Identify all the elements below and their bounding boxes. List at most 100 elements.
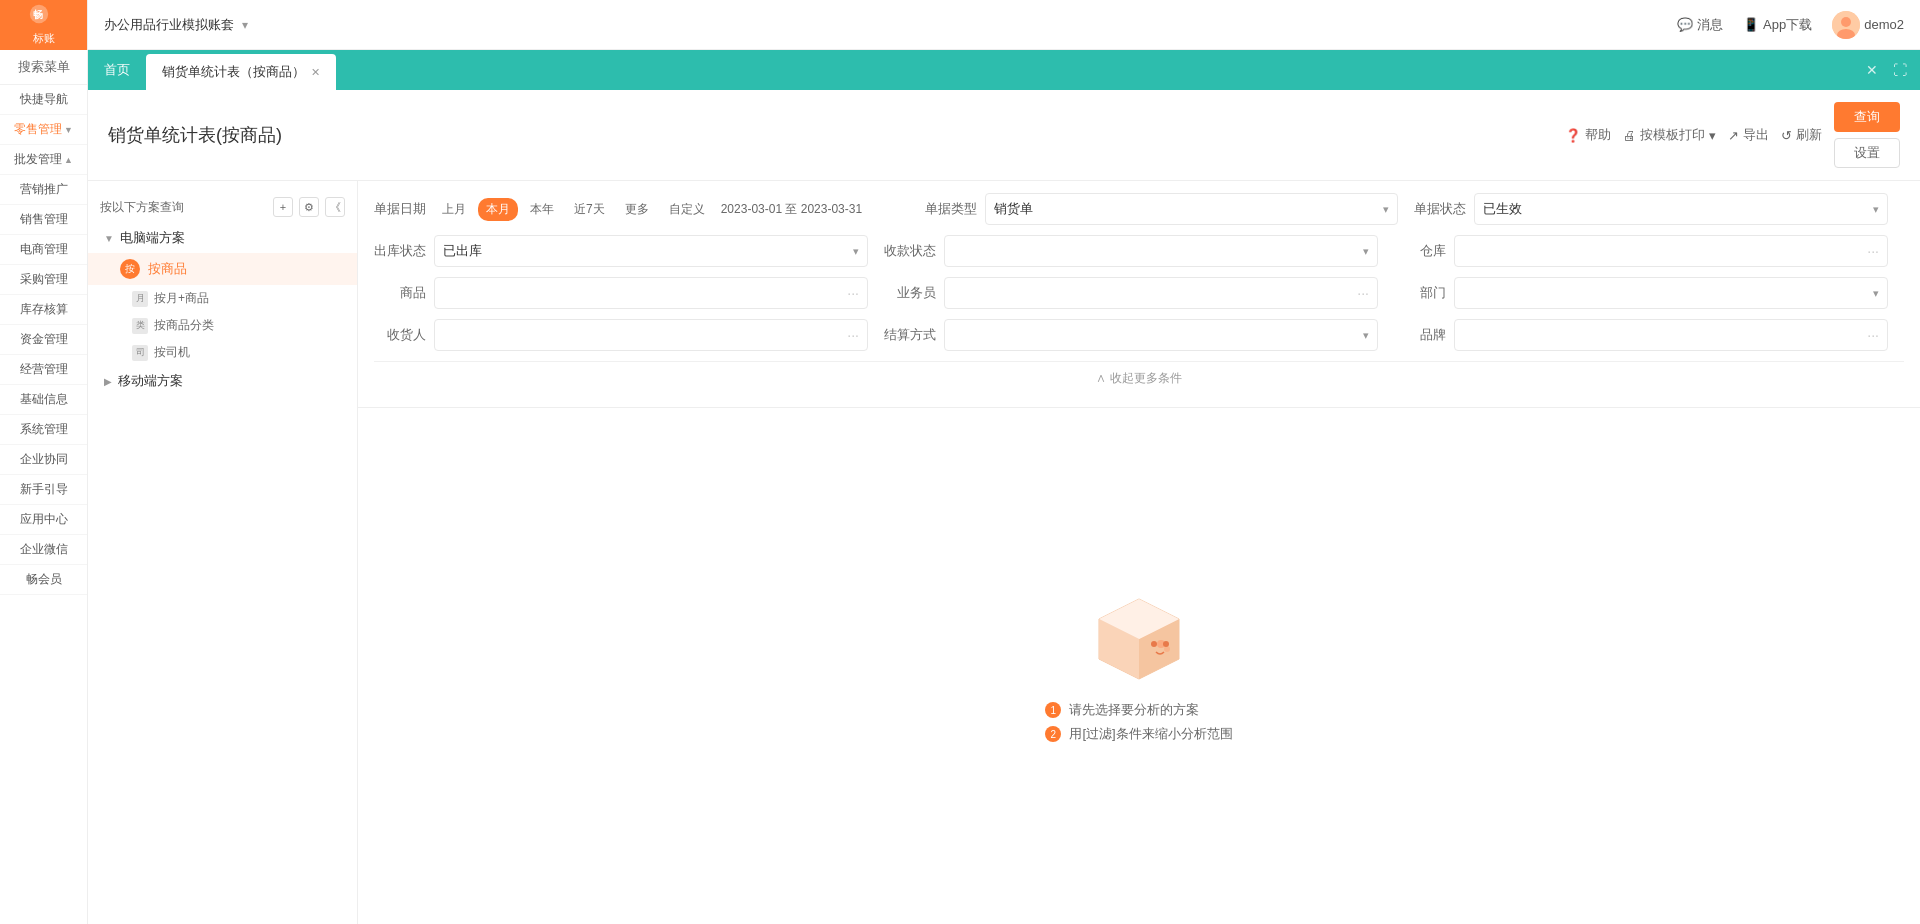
empty-tip-1: 1 请先选择要分析的方案 [1045, 701, 1232, 719]
tab-sales-report[interactable]: 销货单统计表（按商品） ✕ [146, 54, 336, 90]
doc-type-arrow[interactable]: ▾ [1383, 203, 1389, 216]
warehouse-status-control[interactable]: 已出库 ▾ [434, 235, 868, 267]
tab-maximize[interactable]: ⛶ [1888, 58, 1912, 82]
settlement-arrow[interactable]: ▾ [1363, 329, 1369, 342]
sidebar-nav-apps[interactable]: 应用中心 [0, 505, 87, 535]
date-this-month[interactable]: 本月 [478, 198, 518, 221]
logo-area: 畅 标账 [0, 0, 87, 50]
help-icon: ❓ [1565, 128, 1581, 143]
collapse-panel-button[interactable]: 《 [325, 197, 345, 217]
doc-status-label: 单据状态 [1414, 200, 1474, 218]
sidebar-nav-wholesale[interactable]: 批发管理 ▲ [0, 145, 87, 175]
sidebar-nav-purchase[interactable]: 采购管理 [0, 265, 87, 295]
scheme-by-month-goods[interactable]: 月 按月+商品 [88, 285, 357, 312]
tree-group-mobile-header[interactable]: ▶ 移动端方案 [88, 366, 357, 396]
doc-type-control[interactable]: 销货单 ▾ [985, 193, 1399, 225]
date-custom[interactable]: 自定义 [661, 198, 713, 221]
export-button[interactable]: ↗ 导出 [1728, 126, 1769, 144]
sidebar-nav-wechat[interactable]: 企业微信 [0, 535, 87, 565]
sidebar-nav-quick[interactable]: 快捷导航 [0, 85, 87, 115]
settings-button[interactable]: 设置 [1834, 138, 1900, 168]
doc-status-value: 已生效 [1483, 200, 1873, 218]
doc-type-value: 销货单 [994, 200, 1384, 218]
warehouse-status-value: 已出库 [443, 242, 853, 260]
scheme-settings-button[interactable]: ⚙ [299, 197, 319, 217]
tab-home[interactable]: 首页 [88, 50, 146, 90]
settlement-label: 结算方式 [884, 326, 944, 344]
sidebar-nav-ecommerce[interactable]: 电商管理 [0, 235, 87, 265]
scheme-by-driver[interactable]: 司 按司机 [88, 339, 357, 366]
receiver-control[interactable]: ··· [434, 319, 868, 351]
warehouse-control[interactable]: ··· [1454, 235, 1888, 267]
department-arrow[interactable]: ▾ [1873, 287, 1879, 300]
receiver-dots[interactable]: ··· [847, 327, 859, 343]
warehouse-status-arrow[interactable]: ▾ [853, 245, 859, 258]
topbar: 办公用品行业模拟账套 ▾ 💬 消息 📱 App下载 de [88, 0, 1920, 50]
goods-dots[interactable]: ··· [847, 285, 859, 301]
date-more[interactable]: 更多 [617, 198, 657, 221]
date-filter: 上月 本月 本年 近7天 更多 自定义 2023-03-01 至 2023-03… [434, 193, 909, 225]
tab-close-icon[interactable]: ✕ [311, 66, 320, 79]
avatar-image [1832, 11, 1860, 39]
sidebar-nav-member[interactable]: 畅会员 [0, 565, 87, 595]
warehouse-dots[interactable]: ··· [1867, 243, 1879, 259]
payment-status-arrow[interactable]: ▾ [1363, 245, 1369, 258]
template-print-button[interactable]: 🖨 按模板打印 ▾ [1623, 126, 1716, 144]
page-actions: ❓ 帮助 🖨 按模板打印 ▾ ↗ 导出 ↺ 刷新 查询 [1565, 102, 1900, 180]
topbar-dropdown[interactable]: ▾ [242, 18, 248, 32]
date-this-year[interactable]: 本年 [522, 198, 562, 221]
help-button[interactable]: ❓ 帮助 [1565, 126, 1611, 144]
app-download-button[interactable]: 📱 App下载 [1743, 16, 1812, 34]
sidebar-nav-system[interactable]: 系统管理 [0, 415, 87, 445]
department-control[interactable]: ▾ [1454, 277, 1888, 309]
sidebar-nav-ops[interactable]: 经营管理 [0, 355, 87, 385]
sidebar-search[interactable]: 搜索菜单 [0, 50, 87, 85]
sidebar-nav-sales[interactable]: 销售管理 [0, 205, 87, 235]
sidebar-nav-basic[interactable]: 基础信息 [0, 385, 87, 415]
export-icon: ↗ [1728, 128, 1739, 143]
tab-close-window[interactable]: ✕ [1860, 58, 1884, 82]
doc-status-control[interactable]: 已生效 ▾ [1474, 193, 1888, 225]
query-button[interactable]: 查询 [1834, 102, 1900, 132]
date-7days[interactable]: 近7天 [566, 198, 613, 221]
topbar-title: 办公用品行业模拟账套 [104, 16, 234, 34]
collapse-icon: 《 [330, 200, 341, 215]
scheme-by-goods-category[interactable]: 类 按商品分类 [88, 312, 357, 339]
user-menu[interactable]: demo2 [1832, 11, 1904, 39]
scheme-by-goods[interactable]: 按 按商品 [88, 253, 357, 285]
brand-control[interactable]: ··· [1454, 319, 1888, 351]
sidebar-nav-finance[interactable]: 资金管理 [0, 325, 87, 355]
sidebar-nav-guide[interactable]: 新手引导 [0, 475, 87, 505]
doc-status-arrow[interactable]: ▾ [1873, 203, 1879, 216]
message-button[interactable]: 💬 消息 [1677, 16, 1723, 34]
expand-icon: ▼ [104, 233, 114, 244]
sidebar-nav-corp[interactable]: 企业协同 [0, 445, 87, 475]
svg-point-10 [1164, 646, 1170, 652]
body-area: 按以下方案查询 + ⚙ 《 [88, 181, 1920, 924]
salesperson-dots[interactable]: ··· [1357, 285, 1369, 301]
goods-control[interactable]: ··· [434, 277, 868, 309]
tree-group-desktop-header[interactable]: ▼ 电脑端方案 [88, 223, 357, 253]
salesperson-control[interactable]: ··· [944, 277, 1378, 309]
add-scheme-button[interactable]: + [273, 197, 293, 217]
svg-text:畅: 畅 [33, 9, 43, 20]
date-label: 单据日期 [374, 200, 434, 218]
logo-icon: 畅 [28, 4, 60, 29]
tree-group-mobile: ▶ 移动端方案 [88, 366, 357, 396]
filter-row-4: 收货人 ··· 结算方式 ▾ 品牌 ··· [374, 319, 1904, 351]
settlement-control[interactable]: ▾ [944, 319, 1378, 351]
scheme-sub-icon: 月 [132, 291, 148, 307]
sidebar-nav-inventory[interactable]: 库存核算 [0, 295, 87, 325]
refresh-button[interactable]: ↺ 刷新 [1781, 126, 1822, 144]
payment-status-control[interactable]: ▾ [944, 235, 1378, 267]
message-icon: 💬 [1677, 17, 1693, 32]
payment-status-label: 收款状态 [884, 242, 944, 260]
sidebar-nav-marketing[interactable]: 营销推广 [0, 175, 87, 205]
empty-illustration [1079, 589, 1199, 689]
scheme-sub-icon-2: 类 [132, 318, 148, 334]
tip-num-2: 2 [1045, 726, 1061, 742]
sidebar-nav-retail[interactable]: 零售管理 ▼ [0, 115, 87, 145]
collapse-bar[interactable]: ∧ 收起更多条件 [374, 361, 1904, 395]
brand-dots[interactable]: ··· [1867, 327, 1879, 343]
date-last-month[interactable]: 上月 [434, 198, 474, 221]
